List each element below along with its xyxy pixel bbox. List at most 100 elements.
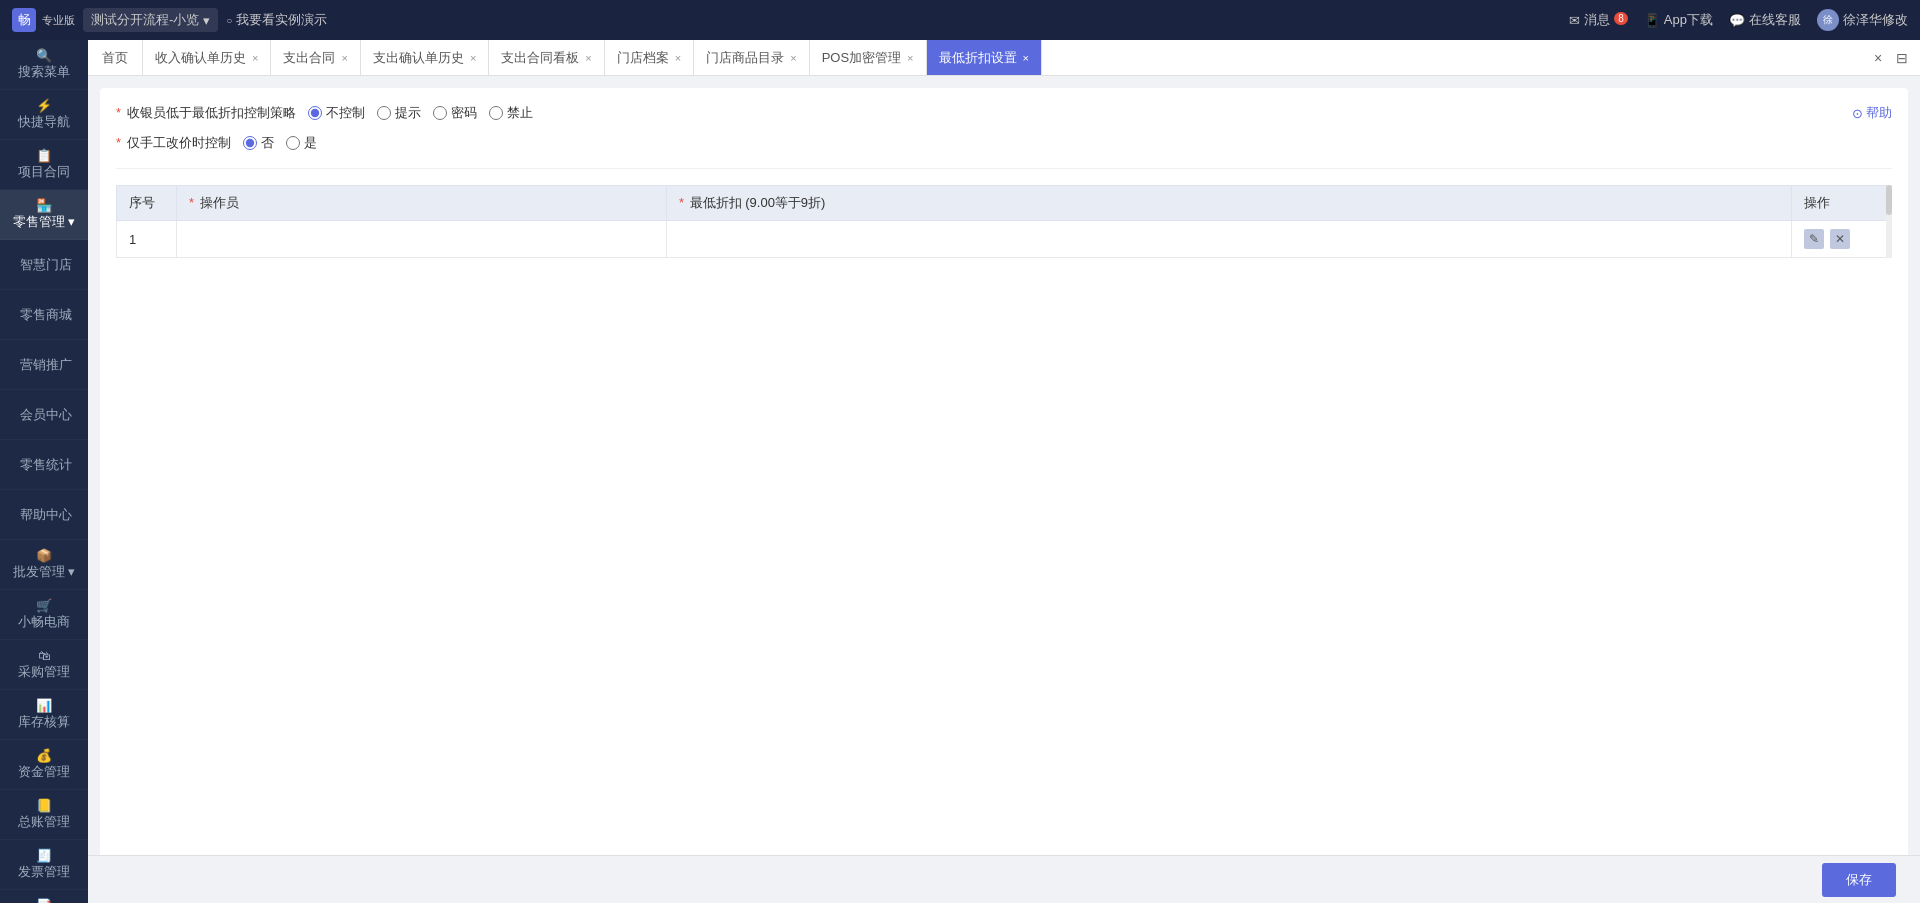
cell-min-discount[interactable]: [666, 221, 1791, 258]
tab-close-button[interactable]: ×: [1868, 48, 1888, 68]
page-card: ⊙ 帮助 * 收银员低于最低折扣控制策略 不控制: [100, 88, 1908, 861]
col-header-min-discount: * 最低折扣 (9.00等于9折): [666, 186, 1791, 221]
tab-store-archive-label: 门店档案: [617, 49, 669, 67]
radio-remind-label: 提示: [395, 104, 421, 122]
discount-table: 序号 * 操作员 * 最低折扣 (9.00等于9折): [116, 185, 1892, 258]
sidebar-label-wholesale: 批发管理 ▾: [13, 563, 76, 581]
avatar: 徐: [1817, 9, 1839, 31]
sidebar-item-retail-stats[interactable]: 零售统计: [0, 440, 88, 490]
dropdown-arrow-icon: ▾: [203, 13, 210, 28]
user-name: 徐泽华修改: [1843, 11, 1908, 29]
operator-required: *: [189, 195, 194, 210]
radio-password[interactable]: 密码: [433, 104, 477, 122]
tab-pos-password[interactable]: POS加密管理 ×: [810, 40, 927, 75]
logo-subtitle: 专业版: [42, 13, 75, 28]
tab-store-archive[interactable]: 门店档案 ×: [605, 40, 694, 75]
radio-remind[interactable]: 提示: [377, 104, 421, 122]
radio-no-input[interactable]: [243, 136, 257, 150]
user-menu[interactable]: 徐 徐泽华修改: [1817, 9, 1908, 31]
online-service-button[interactable]: 💬 在线客服: [1729, 11, 1801, 29]
tab-home[interactable]: 首页: [88, 40, 143, 75]
app-download-button[interactable]: 📱 App下载: [1644, 11, 1713, 29]
sidebar-item-help[interactable]: 帮助中心: [0, 490, 88, 540]
radio-no-control-input[interactable]: [308, 106, 322, 120]
tab-min-discount[interactable]: 最低折扣设置 ×: [927, 40, 1042, 75]
sidebar-item-ecommerce[interactable]: 🛒 小畅电商: [0, 590, 88, 640]
save-bar: 保存: [88, 855, 1920, 903]
radio-no-control[interactable]: 不控制: [308, 104, 365, 122]
demo-link-text: 我要看实例演示: [236, 11, 327, 29]
col-header-seq: 序号: [117, 186, 177, 221]
cell-operator[interactable]: [177, 221, 667, 258]
tab-payment-contract[interactable]: 支出合同 ×: [271, 40, 360, 75]
demo-link[interactable]: 我要看实例演示: [226, 11, 327, 29]
tab-pos-password-close[interactable]: ×: [907, 52, 913, 64]
radio-forbid-input[interactable]: [489, 106, 503, 120]
sidebar-label-finance: 资金管理: [18, 763, 70, 781]
radio-yes-input[interactable]: [286, 136, 300, 150]
tab-income-confirm[interactable]: 收入确认单历史 ×: [143, 40, 271, 75]
tab-payment-confirm-close[interactable]: ×: [470, 52, 476, 64]
tab-store-archive-close[interactable]: ×: [675, 52, 681, 64]
field2-row: * 仅手工改价时控制 否 是: [116, 134, 1892, 152]
required-mark-1: *: [116, 105, 121, 120]
radio-password-input[interactable]: [433, 106, 447, 120]
col-header-actions: 操作: [1792, 186, 1892, 221]
help-link[interactable]: ⊙ 帮助: [1852, 104, 1892, 122]
tab-store-products-label: 门店商品目录: [706, 49, 784, 67]
tab-store-products[interactable]: 门店商品目录 ×: [694, 40, 809, 75]
sidebar-item-search[interactable]: 🔍 搜索菜单: [0, 40, 88, 90]
sidebar-item-wholesale[interactable]: 📦 批发管理 ▾: [0, 540, 88, 590]
sidebar-item-finance[interactable]: 💰 资金管理: [0, 740, 88, 790]
radio-yes[interactable]: 是: [286, 134, 317, 152]
sidebar-item-tax[interactable]: 📑 税务管理: [0, 890, 88, 903]
sidebar-item-members[interactable]: 会员中心: [0, 390, 88, 440]
project-selector[interactable]: 测试分开流程-小览 ▾: [83, 8, 218, 32]
action-icons: ✎ ✕: [1804, 229, 1879, 249]
help-label: 帮助中心: [20, 506, 72, 524]
project-icon: 📋: [36, 148, 52, 163]
sidebar-item-retail[interactable]: 🏪 零售管理 ▾: [0, 190, 88, 240]
sidebar-item-project[interactable]: 📋 项目合同: [0, 140, 88, 190]
sidebar-item-invoice[interactable]: 🧾 发票管理: [0, 840, 88, 890]
sidebar-item-ledger[interactable]: 📒 总账管理: [0, 790, 88, 840]
table-scrollbar[interactable]: [1886, 185, 1892, 258]
sidebar-label-retail: 零售管理 ▾: [13, 213, 76, 231]
tab-menu-button[interactable]: ⊟: [1892, 48, 1912, 68]
sidebar-label-search: 搜索菜单: [18, 63, 70, 81]
radio-no[interactable]: 否: [243, 134, 274, 152]
header-left: 畅 专业版 测试分开流程-小览 ▾ 我要看实例演示: [12, 8, 327, 32]
messages-label: 消息: [1584, 11, 1610, 29]
messages-button[interactable]: ✉ 消息 8: [1569, 11, 1628, 29]
radio-forbid[interactable]: 禁止: [489, 104, 533, 122]
sidebar-item-marketing[interactable]: 营销推广: [0, 340, 88, 390]
delete-row-button[interactable]: ✕: [1830, 229, 1850, 249]
sidebar-item-purchase[interactable]: 🛍 采购管理: [0, 640, 88, 690]
edit-row-button[interactable]: ✎: [1804, 229, 1824, 249]
header-right: ✉ 消息 8 📱 App下载 💬 在线客服 徐 徐泽华修改: [1569, 9, 1908, 31]
save-button[interactable]: 保存: [1822, 863, 1896, 897]
field2-label: * 仅手工改价时控制: [116, 134, 231, 152]
app-download-icon: 📱: [1644, 13, 1660, 28]
tab-income-confirm-close[interactable]: ×: [252, 52, 258, 64]
tab-payment-board[interactable]: 支出合同看板 ×: [489, 40, 604, 75]
tab-store-products-close[interactable]: ×: [790, 52, 796, 64]
ecommerce-icon: 🛒: [36, 598, 52, 613]
sidebar-label-ledger: 总账管理: [18, 813, 70, 831]
sidebar-label-inventory: 库存核算: [18, 713, 70, 731]
tab-payment-board-close[interactable]: ×: [585, 52, 591, 64]
radio-no-control-label: 不控制: [326, 104, 365, 122]
radio-remind-input[interactable]: [377, 106, 391, 120]
tab-payment-contract-close[interactable]: ×: [341, 52, 347, 64]
sidebar-item-smart-store[interactable]: 智慧门店: [0, 240, 88, 290]
sidebar-item-quicknav[interactable]: ⚡ 快捷导航: [0, 90, 88, 140]
tab-min-discount-close[interactable]: ×: [1023, 52, 1029, 64]
tab-payment-confirm[interactable]: 支出确认单历史 ×: [361, 40, 489, 75]
project-name: 测试分开流程-小览: [91, 11, 199, 29]
smart-store-label: 智慧门店: [20, 256, 72, 274]
col-header-operator: * 操作员: [177, 186, 667, 221]
cell-seq: 1: [117, 221, 177, 258]
sidebar-item-inventory[interactable]: 📊 库存核算: [0, 690, 88, 740]
tab-home-label: 首页: [102, 49, 128, 67]
sidebar-item-retail-mall[interactable]: 零售商城: [0, 290, 88, 340]
